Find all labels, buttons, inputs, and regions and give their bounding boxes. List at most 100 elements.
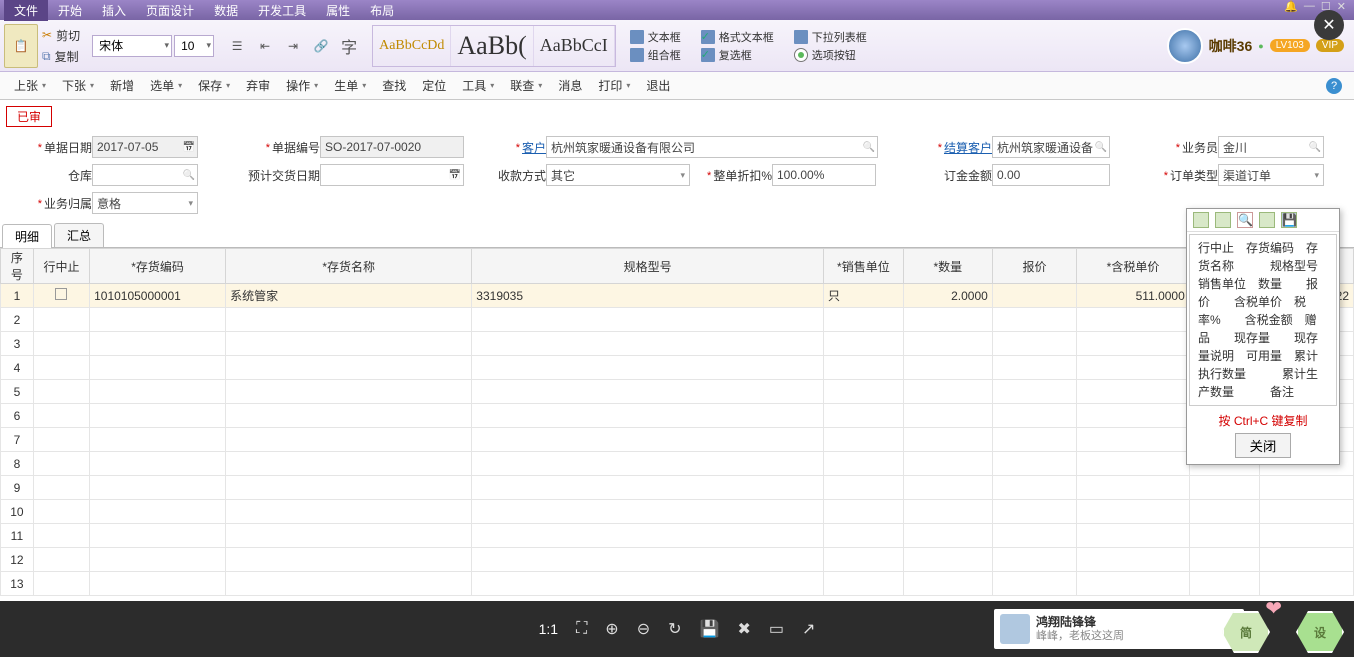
zoom-out-icon[interactable]: ⊖ [637,619,650,639]
ribbon-tab-file[interactable]: 文件 [4,0,48,21]
popup-search-icon[interactable]: 🔍 [1237,212,1253,228]
popup-tool-icon[interactable] [1193,212,1209,228]
toolbar-13[interactable]: 打印 [590,72,638,99]
overlay-close-icon[interactable]: ✕ [1314,10,1344,40]
toolbar-3[interactable]: 选单 [142,72,190,99]
toolbar-9[interactable]: 定位 [414,72,454,99]
popup-close-button[interactable]: 关闭 [1235,433,1292,458]
copy-button[interactable]: ⧉复制 [42,48,80,65]
tab-detail[interactable]: 明细 [2,224,52,248]
input-salesman[interactable]: 金川 [1218,136,1324,158]
col-header[interactable]: 序号 [1,249,34,284]
toolbar-4[interactable]: 保存 [190,72,238,99]
table-row[interactable]: 8 [1,452,1354,476]
table-row[interactable]: 5 [1,380,1354,404]
bell-icon[interactable]: 🔔 [1284,0,1298,13]
input-settlecust[interactable]: 杭州筑家暖通设备 [992,136,1110,158]
table-row[interactable]: 2 [1,308,1354,332]
device-icon[interactable]: ▭ [769,619,784,639]
input-customer[interactable]: 杭州筑家暖通设备有限公司 [546,136,878,158]
table-row[interactable]: 3 [1,332,1354,356]
col-header[interactable]: *存货名称 [226,249,472,284]
input-billdate[interactable]: 2017-07-05 [92,136,198,158]
input-warehouse[interactable] [92,164,198,186]
style-gallery[interactable]: AaBbCcDd AaBb( AaBbCcI [372,25,616,67]
link-icon[interactable]: 🔗 [310,35,332,57]
toolbar-7[interactable]: 生单 [326,72,374,99]
delete-icon[interactable]: ✖ [737,619,750,639]
share-icon[interactable]: ↗ [802,619,815,639]
hex-badge-1[interactable]: 简 [1222,611,1270,653]
insert-dropdown[interactable]: 下拉列表框 [794,29,867,45]
fit-icon[interactable]: ⛶ [576,620,587,638]
toolbar-11[interactable]: 联查 [502,72,550,99]
col-header[interactable]: *数量 [903,249,992,284]
input-deposit[interactable]: 0.00 [992,164,1110,186]
table-row[interactable]: 4 [1,356,1354,380]
input-discount[interactable]: 100.00% [772,164,876,186]
minimize-icon[interactable]: — [1304,0,1315,13]
indent-icon[interactable]: ⇥ [282,35,304,57]
toolbar-5[interactable]: 弃审 [238,72,278,99]
col-header[interactable]: *销售单位 [824,249,904,284]
style-2[interactable]: AaBb( [451,26,533,66]
help-icon[interactable]: ? [1326,78,1342,94]
style-1[interactable]: AaBbCcDd [373,26,451,66]
table-row[interactable]: 7 [1,428,1354,452]
table-row[interactable]: 9 [1,476,1354,500]
ribbon-tab-props[interactable]: 属性 [316,0,360,21]
chat-toast[interactable]: 鸿翔陆锋锋 峰峰，老板这这周 [994,609,1244,649]
col-header[interactable]: 规格型号 [472,249,824,284]
toolbar-14[interactable]: 退出 [638,72,678,99]
font-big-icon[interactable]: 字 [338,35,360,57]
hex-badge-2[interactable]: 设 [1296,611,1344,653]
toolbar-8[interactable]: 查找 [374,72,414,99]
table-row[interactable]: 12 [1,548,1354,572]
toolbar-1[interactable]: 下张 [54,72,102,99]
ribbon-tab-devtools[interactable]: 开发工具 [248,0,316,21]
toolbar-0[interactable]: 上张 [6,72,54,99]
font-size-combo[interactable]: 10 [174,35,214,57]
outdent-icon[interactable]: ⇤ [254,35,276,57]
close-icon[interactable]: ✕ [1337,0,1346,13]
input-deliverydate[interactable] [320,164,464,186]
cut-button[interactable]: ✂剪切 [42,27,80,44]
rotate-icon[interactable]: ↻ [668,619,681,639]
toolbar-6[interactable]: 操作 [278,72,326,99]
popup-tool-icon[interactable] [1259,212,1275,228]
table-row[interactable]: 11 [1,524,1354,548]
tab-summary[interactable]: 汇总 [54,223,104,247]
table-row[interactable]: 11010105000001系统管家3319035只2.0000511.0000… [1,284,1354,308]
ribbon-tab-layout[interactable]: 布局 [360,0,404,21]
insert-checkbox[interactable]: 复选框 [701,47,774,63]
toolbar-10[interactable]: 工具 [454,72,502,99]
table-row[interactable]: 6 [1,404,1354,428]
toolbar-12[interactable]: 消息 [550,72,590,99]
insert-combo[interactable]: 组合框 [630,47,681,63]
col-header[interactable]: *含税单价 [1077,249,1190,284]
font-name-combo[interactable]: 宋体 [92,35,172,57]
ribbon-tab-insert[interactable]: 插入 [92,0,136,21]
ribbon-tab-home[interactable]: 开始 [48,0,92,21]
detail-grid[interactable]: 序号行中止*存货编码*存货名称规格型号*销售单位*数量报价*含税单价*税率%*含… [0,248,1354,610]
label-customer[interactable]: 客户 [522,141,546,155]
toolbar-2[interactable]: 新增 [102,72,142,99]
table-row[interactable]: 10 [1,500,1354,524]
popup-save-icon[interactable]: 💾 [1281,212,1297,228]
save-icon[interactable]: 💾 [700,619,720,639]
label-settlecust[interactable]: 结算客户 [944,141,992,155]
ribbon-tab-data[interactable]: 数据 [204,0,248,21]
popup-tool-icon[interactable] [1215,212,1231,228]
user-avatar[interactable] [1167,28,1203,64]
style-3[interactable]: AaBbCcI [534,26,615,66]
insert-radio[interactable]: 选项按钮 [794,47,867,63]
insert-rtf[interactable]: 格式文本框 [701,29,774,45]
input-bizowner[interactable]: 意格 [92,192,198,214]
bullets-icon[interactable]: ☰ [226,35,248,57]
ribbon-tab-pagedesign[interactable]: 页面设计 [136,0,204,21]
input-billno[interactable]: SO-2017-07-0020 [320,136,464,158]
insert-textbox[interactable]: 文本框 [630,29,681,45]
input-paymethod[interactable]: 其它 [546,164,690,186]
zoom-in-icon[interactable]: ⊕ [605,619,618,639]
col-header[interactable]: *存货编码 [90,249,226,284]
